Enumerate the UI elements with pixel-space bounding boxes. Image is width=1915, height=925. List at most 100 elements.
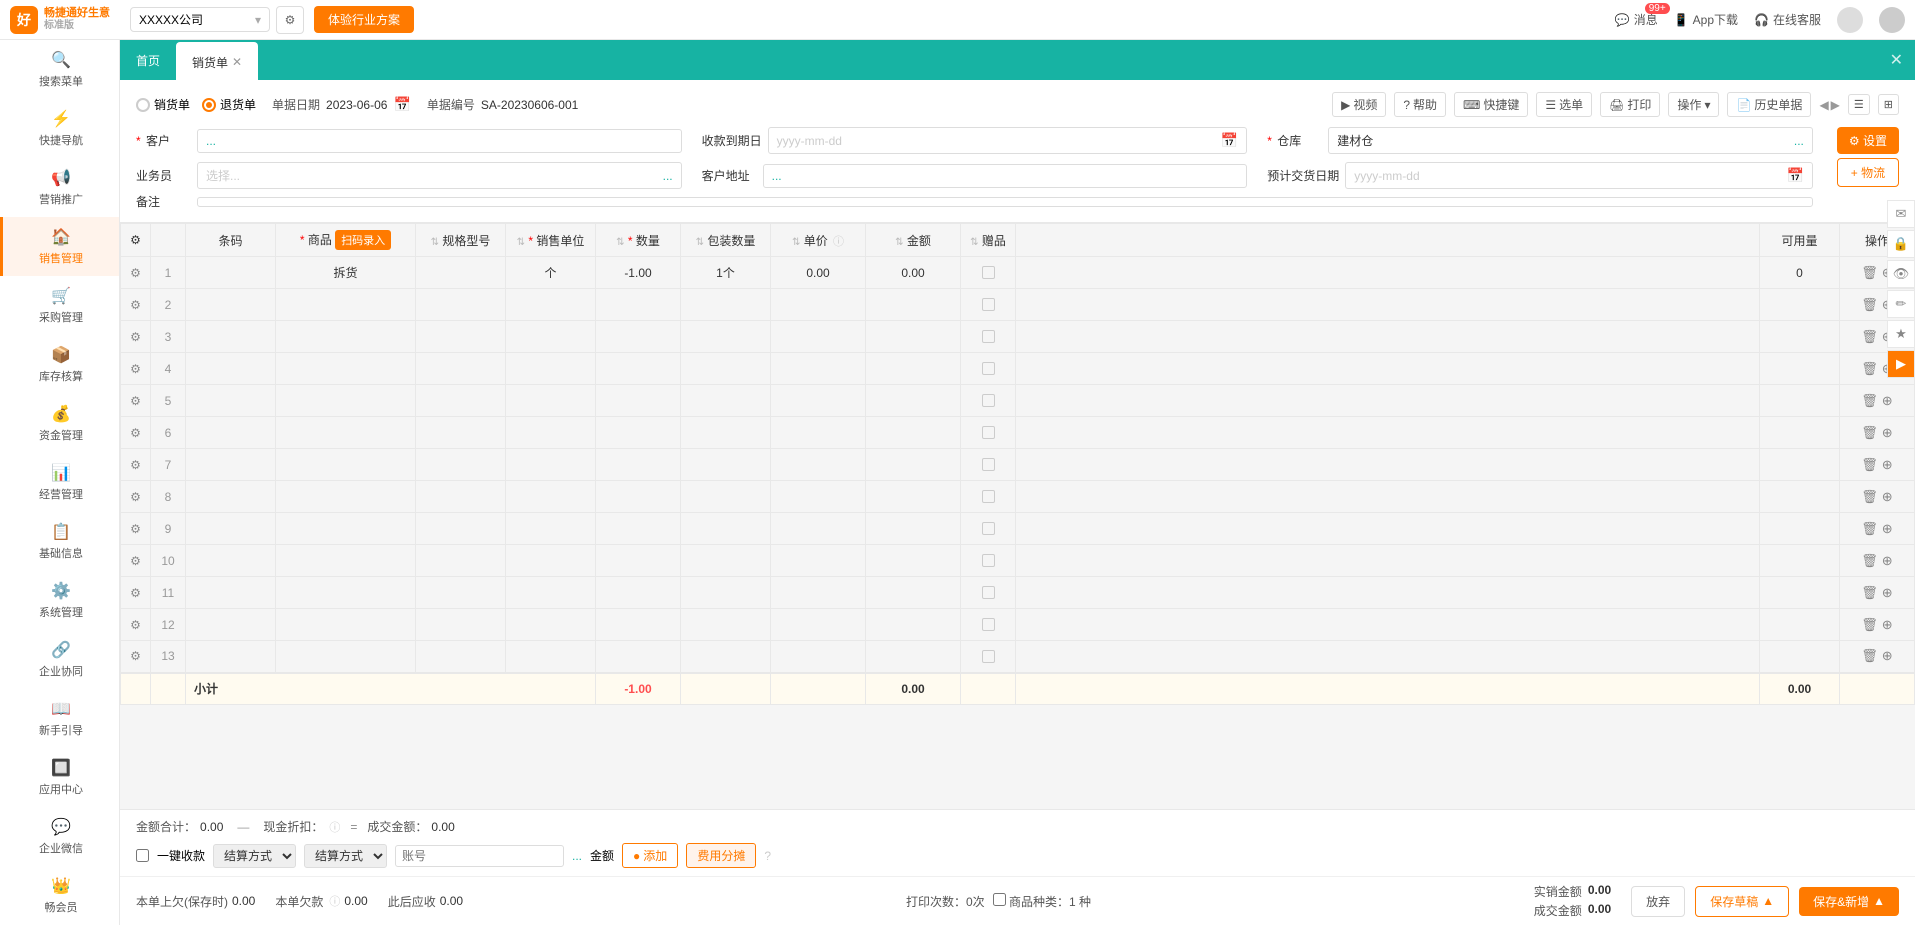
cell-gift[interactable] [961, 545, 1016, 577]
row-gear-icon[interactable]: ⚙ [130, 362, 141, 376]
cell-price[interactable] [771, 545, 866, 577]
cell-unit[interactable]: 个 [506, 257, 596, 289]
gift-checkbox[interactable] [982, 650, 995, 663]
cell-pkg[interactable] [681, 289, 771, 321]
delete-icon[interactable]: 🗑 [1861, 329, 1878, 345]
cell-barcode[interactable] [186, 449, 276, 481]
cell-spec[interactable] [416, 385, 506, 417]
cell-gift[interactable] [961, 417, 1016, 449]
cell-unit[interactable] [506, 641, 596, 673]
cell-price[interactable] [771, 449, 866, 481]
delete-icon[interactable]: 🗑 [1861, 585, 1878, 601]
view-toggle-list[interactable]: ☰ [1848, 94, 1870, 115]
cell-amount[interactable] [866, 385, 961, 417]
row-gear-icon[interactable]: ⚙ [130, 522, 141, 536]
cell-unit[interactable] [506, 609, 596, 641]
radio-sales-order[interactable]: 销货单 [136, 96, 190, 113]
cell-pkg[interactable] [681, 353, 771, 385]
cell-gift[interactable] [961, 289, 1016, 321]
cell-spec[interactable] [416, 577, 506, 609]
sidebar-item-members[interactable]: 👑 畅会员 [0, 866, 119, 925]
video-btn[interactable]: ▶ 视频 [1332, 92, 1386, 117]
gift-checkbox[interactable] [982, 618, 995, 631]
row-gear-icon[interactable]: ⚙ [130, 490, 141, 504]
cell-spec[interactable] [416, 321, 506, 353]
discount-info-icon[interactable]: ⓘ [329, 819, 340, 835]
experience-button[interactable]: 体验行业方案 [314, 6, 414, 33]
cell-qty[interactable] [596, 513, 681, 545]
cell-pkg[interactable]: 1个 [681, 257, 771, 289]
delete-icon[interactable]: 🗑 [1861, 617, 1878, 633]
app-download-btn[interactable]: 📱 App下载 [1674, 11, 1738, 28]
cell-spec[interactable] [416, 545, 506, 577]
gift-checkbox[interactable] [982, 554, 995, 567]
cell-gift[interactable] [961, 321, 1016, 353]
cell-spec[interactable] [416, 641, 506, 673]
add-payment-btn[interactable]: ● 添加 [622, 843, 678, 868]
fee-help-icon[interactable]: ? [764, 849, 771, 863]
cell-price[interactable] [771, 577, 866, 609]
sidebar-item-enterprise[interactable]: 🔗 企业协同 [0, 630, 119, 689]
cell-barcode[interactable] [186, 321, 276, 353]
cell-product[interactable] [276, 321, 416, 353]
customer-input[interactable]: ... [197, 129, 682, 153]
cell-qty[interactable] [596, 353, 681, 385]
cell-spec[interactable] [416, 609, 506, 641]
sort-icon-pkg[interactable]: ⇅ [696, 237, 704, 248]
row-gear-icon[interactable]: ⚙ [130, 618, 141, 632]
settlement-sub-select[interactable]: 结算方式 [304, 844, 387, 868]
cell-unit[interactable] [506, 449, 596, 481]
cell-barcode[interactable] [186, 609, 276, 641]
cell-qty[interactable] [596, 417, 681, 449]
copy-icon[interactable]: ⊕ [1882, 585, 1893, 601]
cell-barcode[interactable] [186, 385, 276, 417]
cell-product[interactable]: 拆货 [276, 257, 416, 289]
cell-unit[interactable] [506, 353, 596, 385]
cell-product[interactable] [276, 641, 416, 673]
sort-icon-qty[interactable]: ⇅ [616, 237, 624, 248]
row-gear-icon[interactable]: ⚙ [130, 554, 141, 568]
row-gear-icon[interactable]: ⚙ [130, 266, 141, 280]
cell-pkg[interactable] [681, 577, 771, 609]
float-message-btn[interactable]: ✉ [1887, 200, 1915, 228]
delete-icon[interactable]: 🗑 [1861, 265, 1878, 281]
cell-spec[interactable] [416, 417, 506, 449]
cell-qty[interactable] [596, 385, 681, 417]
sidebar-item-appcenter[interactable]: 🔲 应用中心 [0, 748, 119, 807]
save-draft-btn[interactable]: 保存草稿 ▲ [1695, 886, 1789, 917]
cell-gift[interactable] [961, 353, 1016, 385]
settings-icon[interactable]: ⚙ [276, 6, 304, 34]
cell-qty[interactable] [596, 545, 681, 577]
cell-barcode[interactable] [186, 545, 276, 577]
cell-amount[interactable] [866, 609, 961, 641]
print-btn[interactable]: 🖨 打印 [1600, 92, 1660, 117]
doc-num-value[interactable]: SA-20230606-001 [481, 98, 578, 112]
copy-icon[interactable]: ⊕ [1882, 521, 1893, 537]
gift-checkbox[interactable] [982, 330, 995, 343]
copy-icon[interactable]: ⊕ [1882, 648, 1893, 664]
delete-icon[interactable]: 🗑 [1861, 648, 1878, 664]
sidebar-item-basic[interactable]: 📋 基础信息 [0, 512, 119, 571]
float-lock-btn[interactable]: 🔒 [1887, 230, 1915, 258]
avatar[interactable] [1837, 7, 1863, 33]
company-selector[interactable]: XXXXX公司 ▾ [130, 7, 270, 32]
gift-checkbox[interactable] [982, 362, 995, 375]
cell-unit[interactable] [506, 289, 596, 321]
cell-qty[interactable] [596, 321, 681, 353]
tab-home[interactable]: 首页 [120, 40, 176, 80]
sidebar-item-wechat[interactable]: 💬 企业微信 [0, 807, 119, 866]
cell-price[interactable] [771, 481, 866, 513]
cell-pkg[interactable] [681, 609, 771, 641]
cell-product[interactable] [276, 289, 416, 321]
sidebar-item-search[interactable]: 🔍 搜索菜单 [0, 40, 119, 99]
cell-product[interactable] [276, 577, 416, 609]
account-input[interactable] [395, 845, 564, 867]
cell-product[interactable] [276, 609, 416, 641]
gift-checkbox[interactable] [982, 490, 995, 503]
radio-return-order[interactable]: 退货单 [202, 96, 256, 113]
cell-product[interactable] [276, 449, 416, 481]
cell-spec[interactable] [416, 449, 506, 481]
gift-checkbox[interactable] [982, 426, 995, 439]
cell-gift[interactable] [961, 641, 1016, 673]
cell-qty[interactable] [596, 641, 681, 673]
